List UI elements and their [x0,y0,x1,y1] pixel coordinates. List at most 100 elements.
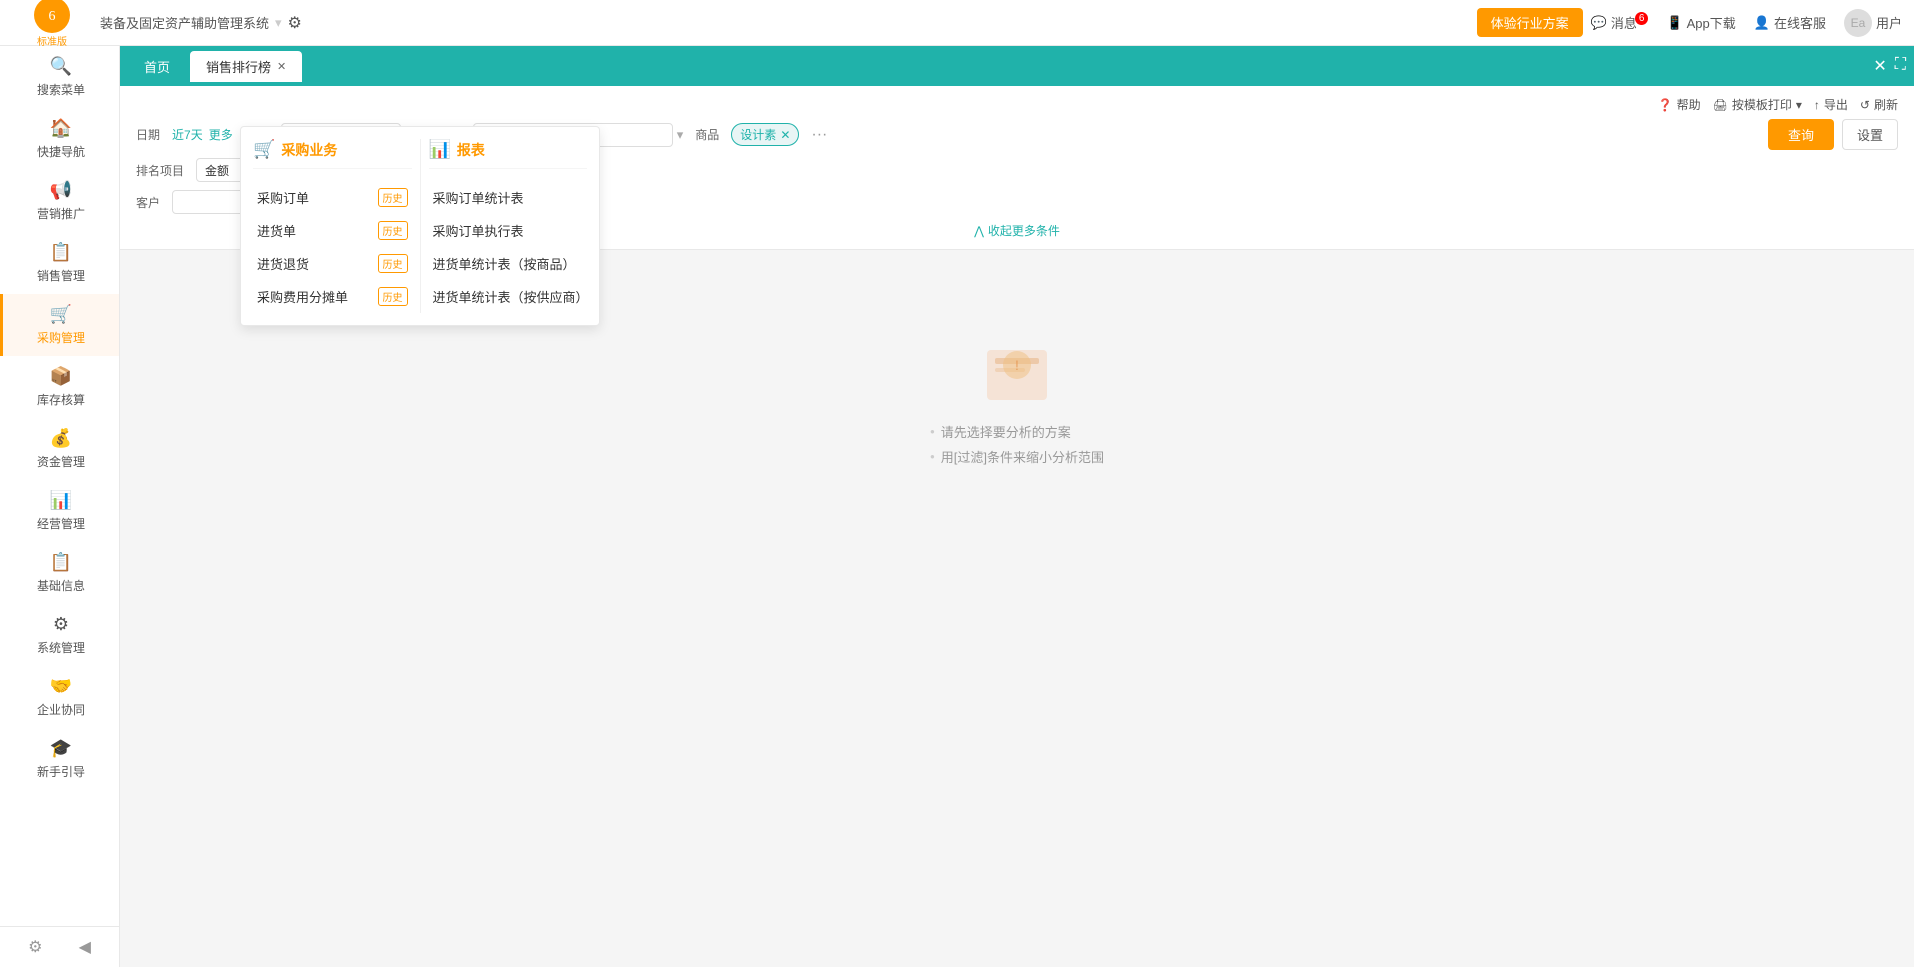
rank-label: 排名项目 [136,162,184,179]
sidebar-item-marketing[interactable]: 📢 营销推广 [0,170,119,232]
system-name-text: 装备及固定资产辅助管理系统 [100,13,269,32]
inventory-icon: 📦 [50,366,72,387]
sidebar-label-guide: 新手引导 [37,763,85,780]
dropdown-arrow[interactable]: ▾ [275,15,282,31]
refresh-icon: ↺ [1860,98,1870,112]
print-btn[interactable]: 🖨 按模板打印 ▾ [1713,96,1802,113]
empty-text-list: 请先选择要分析的方案 用[过滤]条件来缩小分析范围 [930,422,1104,472]
app-label: App下载 [1687,13,1736,32]
gear-icon[interactable]: ⚙ [288,13,302,33]
basic-icon: 📋 [50,552,72,573]
sidebar-item-search[interactable]: 🔍 搜索菜单 [0,46,119,108]
collapse-icon[interactable]: ◀ [79,937,91,957]
purchase-col-title: 🛒 采购业务 [253,139,412,169]
sidebar-item-enterprise[interactable]: 🤝 企业协同 [0,666,119,728]
dropdown-item-return[interactable]: 进货退货 历史 [253,247,412,280]
goods-tag: 设计素 ✕ [731,123,799,146]
export-btn[interactable]: ↑ 导出 [1814,96,1848,113]
setting-btn[interactable]: 设置 [1842,119,1898,150]
tab-close-icon[interactable]: ✕ [277,60,286,73]
dropdown-item-receipt[interactable]: 进货单 历史 [253,214,412,247]
avatar: Ea [1844,9,1872,37]
query-btn[interactable]: 查询 [1768,119,1834,150]
sidebar-item-system[interactable]: ⚙ 系统管理 [0,604,119,666]
dropdown-divider [420,139,421,313]
industry-btn[interactable]: 体验行业方案 [1477,8,1583,37]
expense-history[interactable]: 历史 [378,287,408,306]
export-label: 导出 [1824,96,1848,113]
report-col: 📊 报表 采购订单统计表 采购订单执行表 进货单统计表（按商品） [429,139,588,313]
dropdown-item-order-exec[interactable]: 采购订单执行表 [429,214,588,247]
date-label: 日期 [136,126,160,143]
purchase-order-label: 采购订单 [257,188,309,207]
finance-icon: 💰 [50,428,72,449]
dropdown-item-receipt-by-goods[interactable]: 进货单统计表（按商品） [429,247,588,280]
sidebar-label-system: 系统管理 [37,639,85,656]
purchase-icon: 🛒 [50,304,72,325]
purchase-order-history[interactable]: 历史 [378,188,408,207]
user-btn[interactable]: Ea 用户 [1844,9,1902,37]
report-col-title: 📊 报表 [429,139,588,169]
sidebar-label-inventory: 库存核算 [37,391,85,408]
help-label: 帮助 [1677,96,1701,113]
tab-home-label: 首页 [144,57,170,76]
sidebar-item-basic[interactable]: 📋 基础信息 [0,542,119,604]
dropdown-item-receipt-by-supplier[interactable]: 进货单统计表（按供应商） [429,280,588,313]
order-exec-label: 采购订单执行表 [433,221,524,240]
user-label: 用户 [1876,13,1902,32]
status-dropdown-icon[interactable]: ▾ [677,127,684,143]
refresh-btn[interactable]: ↺ 刷新 [1860,96,1898,113]
app-btn[interactable]: 📱 App下载 [1666,13,1735,32]
tab-expand-icon[interactable]: ⛶ [1895,56,1906,76]
service-btn[interactable]: 👤 在线客服 [1754,13,1826,32]
receipt-label: 进货单 [257,221,296,240]
date-7days[interactable]: 近7天 [172,126,203,143]
sidebar-item-sales[interactable]: 📋 销售管理 [0,232,119,294]
sidebar-bottom: ⚙ ◀ [0,926,119,967]
customer-label: 客户 [136,194,160,211]
sidebar-item-operation[interactable]: 📊 经营管理 [0,480,119,542]
empty-tip1: 请先选择要分析的方案 [941,422,1071,441]
guide-icon: 🎓 [50,738,72,759]
sidebar-item-quick-nav[interactable]: 🏠 快捷导航 [0,108,119,170]
dropdown-item-purchase-order[interactable]: 采购订单 历史 [253,181,412,214]
date-more[interactable]: 更多 [209,126,233,143]
collapse-label: 收起更多条件 [988,222,1060,239]
msg-label: 消息 [1611,13,1637,32]
filter-toolbar: ❓ 帮助 🖨 按模板打印 ▾ ↑ 导出 ↺ [136,96,1898,113]
settings-icon[interactable]: ⚙ [28,937,42,957]
top-bar: 6 标准版 装备及固定资产辅助管理系统 ▾ ⚙ 体验行业方案 💬 消息 6 📱 … [0,0,1914,46]
service-icon: 👤 [1754,15,1770,31]
sidebar-item-guide[interactable]: 🎓 新手引导 [0,728,119,790]
return-history[interactable]: 历史 [378,254,408,273]
msg-btn[interactable]: 💬 消息 6 [1591,13,1649,32]
tab-home[interactable]: 首页 [128,51,186,82]
expense-label: 采购费用分摊单 [257,287,348,306]
service-label: 在线客服 [1774,13,1826,32]
msg-badge: 6 [1635,12,1649,25]
msg-icon: 💬 [1591,15,1607,31]
tab-sales-rank[interactable]: 销售排行榜 ✕ [190,51,302,82]
sidebar-label-purchase: 采购管理 [37,329,85,346]
sidebar-item-inventory[interactable]: 📦 库存核算 [0,356,119,418]
goods-tag-close[interactable]: ✕ [780,128,790,142]
dropdown-item-expense[interactable]: 采购费用分摊单 历史 [253,280,412,313]
layout: 🔍 搜索菜单 🏠 快捷导航 📢 营销推广 📋 销售管理 🛒 采购管理 📦 库存核… [0,46,1914,967]
sidebar-label-quick-nav: 快捷导航 [37,143,85,160]
order-stat-label: 采购订单统计表 [433,188,524,207]
sidebar-label-marketing: 营销推广 [37,205,85,222]
sidebar-label-search: 搜索菜单 [37,81,85,98]
tab-bar-right: ✕ ⛶ [1873,56,1906,76]
sidebar-item-finance[interactable]: 💰 资金管理 [0,418,119,480]
dropdown-item-order-stat[interactable]: 采购订单统计表 [429,181,588,214]
sidebar-item-purchase[interactable]: 🛒 采购管理 [0,294,119,356]
tab-close-all-icon[interactable]: ✕ [1873,56,1886,76]
filter-toolbar-right: ❓ 帮助 🖨 按模板打印 ▾ ↑ 导出 ↺ [1658,96,1898,113]
sidebar-label-basic: 基础信息 [37,577,85,594]
receipt-history[interactable]: 历史 [378,221,408,240]
export-icon: ↑ [1814,98,1820,112]
help-btn[interactable]: ❓ 帮助 [1658,96,1701,113]
goods-more-dots[interactable]: ··· [811,126,827,144]
print-icon: 🖨 [1713,98,1728,112]
empty-illustration: ! [967,330,1067,410]
